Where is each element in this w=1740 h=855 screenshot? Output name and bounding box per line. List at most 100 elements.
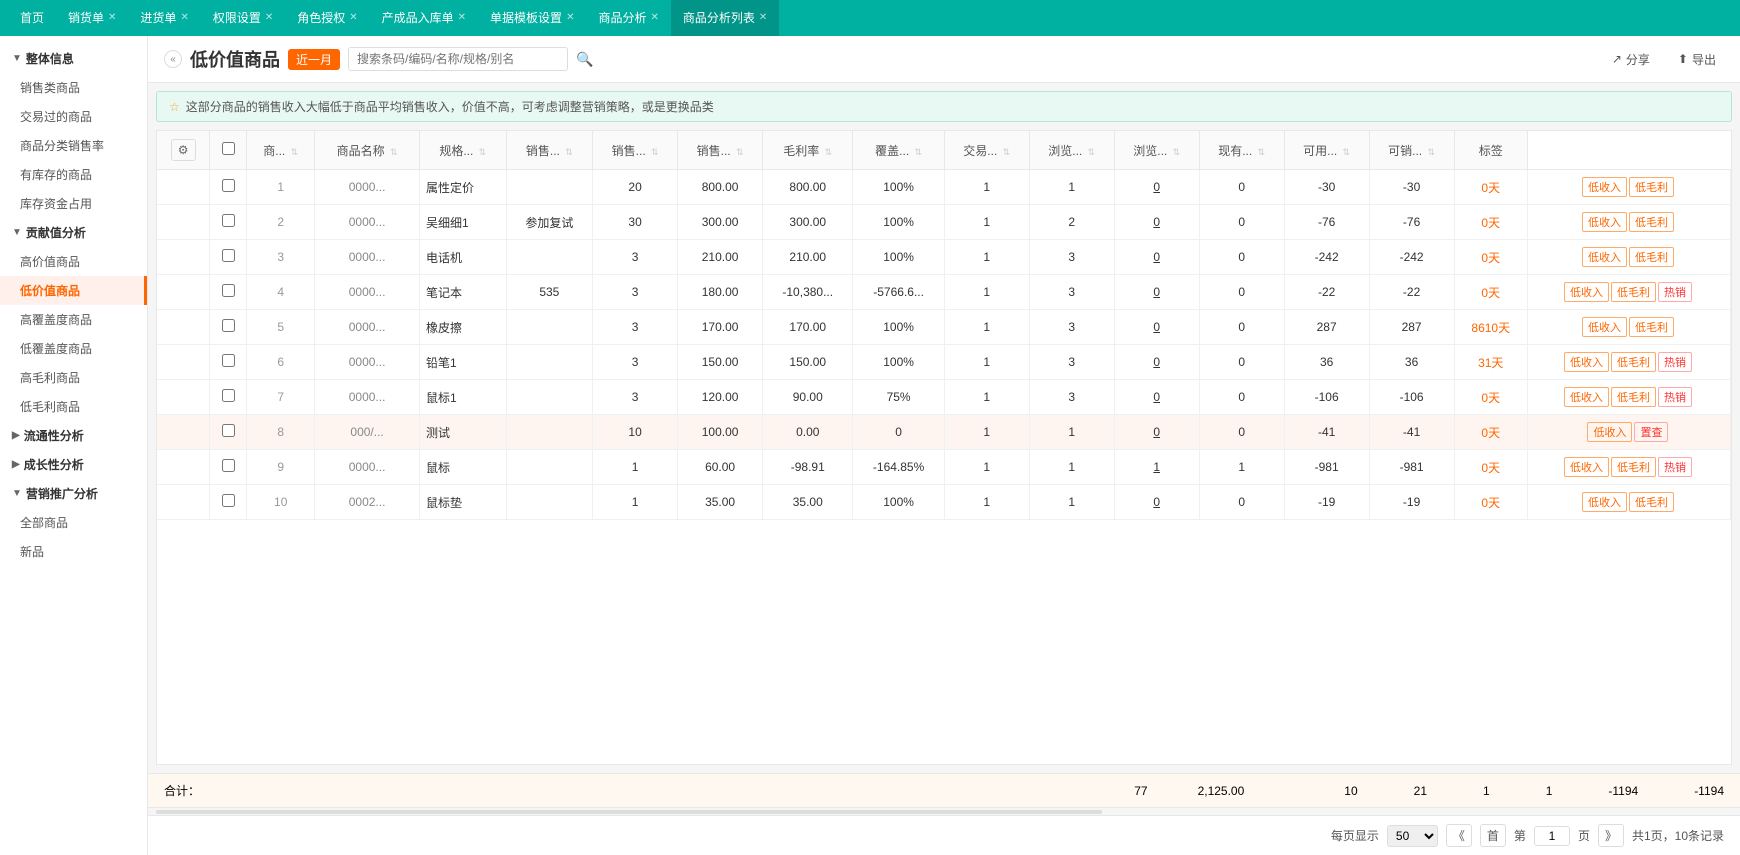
cell-checkbox[interactable]	[210, 345, 247, 380]
cell-rownum: 3	[247, 240, 315, 275]
th-stock3[interactable]: 可销... ⇅	[1369, 131, 1454, 170]
sidebar-item-all-products[interactable]: 全部商品	[0, 508, 147, 537]
search-input[interactable]	[348, 47, 568, 71]
data-table-container[interactable]: ⚙ 商... ⇅ 商品名称 ⇅ 规格... ⇅ 销售... ⇅ 销售... ⇅ …	[156, 130, 1732, 765]
sidebar-item-sales-products[interactable]: 销售类商品	[0, 73, 147, 102]
nav-product-entry[interactable]: 产成品入库单 ✕	[370, 0, 478, 36]
sidebar-group-marketing[interactable]: ▼ 营销推广分析	[0, 479, 147, 508]
th-s2[interactable]: 销售... ⇅	[593, 131, 678, 170]
cell-browse1[interactable]: 0	[1114, 345, 1199, 380]
search-icon[interactable]: 🔍	[576, 51, 593, 68]
nav-role-close[interactable]: ✕	[349, 0, 357, 36]
cell-checkbox[interactable]	[210, 415, 247, 450]
th-s3[interactable]: 销售... ⇅	[678, 131, 763, 170]
row-checkbox[interactable]	[222, 494, 235, 507]
cell-browse1[interactable]: 0	[1114, 275, 1199, 310]
cell-browse1[interactable]: 0	[1114, 170, 1199, 205]
th-stock1[interactable]: 现有... ⇅	[1199, 131, 1284, 170]
th-gear[interactable]: ⚙	[157, 131, 210, 170]
sidebar-item-high-coverage[interactable]: 高覆盖度商品	[0, 305, 147, 334]
th-browse2[interactable]: 浏览... ⇅	[1114, 131, 1199, 170]
nav-home[interactable]: 首页	[8, 0, 56, 36]
nav-product-analysis-list-close[interactable]: ✕	[759, 0, 767, 36]
first-page-btn[interactable]: 《	[1446, 824, 1472, 847]
nav-product-analysis-close[interactable]: ✕	[650, 0, 658, 36]
cell-browse1[interactable]: 0	[1114, 240, 1199, 275]
sidebar-item-traded-products[interactable]: 交易过的商品	[0, 102, 147, 131]
sidebar-item-low-profit[interactable]: 低毛利商品	[0, 392, 147, 421]
row-checkbox[interactable]	[222, 459, 235, 472]
nav-permission[interactable]: 权限设置 ✕	[201, 0, 285, 36]
prev-page-btn[interactable]: 首	[1480, 824, 1506, 847]
cell-checkbox[interactable]	[210, 170, 247, 205]
cell-name: 鼠标	[420, 450, 507, 485]
select-all-checkbox[interactable]	[222, 142, 235, 155]
cell-checkbox[interactable]	[210, 485, 247, 520]
cell-checkbox[interactable]	[210, 275, 247, 310]
cell-browse1[interactable]: 0	[1114, 380, 1199, 415]
nav-sales[interactable]: 销货单 ✕	[56, 0, 128, 36]
row-checkbox[interactable]	[222, 179, 235, 192]
th-code[interactable]: 商... ⇅	[247, 131, 315, 170]
nav-permission-close[interactable]: ✕	[265, 0, 273, 36]
cell-browse1[interactable]: 0	[1114, 485, 1199, 520]
page-number-input[interactable]	[1534, 826, 1570, 846]
share-button[interactable]: ↗ 分享	[1604, 47, 1658, 72]
nav-purchase-close[interactable]: ✕	[180, 0, 188, 36]
sidebar-group-circulation[interactable]: ▶ 流通性分析	[0, 421, 147, 450]
sidebar-group-growth[interactable]: ▶ 成长性分析	[0, 450, 147, 479]
cell-browse1[interactable]: 0	[1114, 415, 1199, 450]
sidebar-group-overall[interactable]: ▼ 整体信息	[0, 44, 147, 73]
th-spec[interactable]: 规格... ⇅	[420, 131, 507, 170]
th-s1[interactable]: 销售... ⇅	[506, 131, 593, 170]
sidebar-item-high-profit[interactable]: 高毛利商品	[0, 363, 147, 392]
cell-browse1[interactable]: 0	[1114, 310, 1199, 345]
row-checkbox[interactable]	[222, 214, 235, 227]
row-checkbox[interactable]	[222, 424, 235, 437]
sidebar-item-high-value[interactable]: 高价值商品	[0, 247, 147, 276]
sidebar-item-stock-capital[interactable]: 库存资金占用	[0, 189, 147, 218]
nav-sales-close[interactable]: ✕	[108, 0, 116, 36]
row-checkbox[interactable]	[222, 249, 235, 262]
cell-browse1[interactable]: 1	[1114, 450, 1199, 485]
gear-button[interactable]: ⚙	[171, 139, 196, 161]
cell-checkbox[interactable]	[210, 310, 247, 345]
nav-product-entry-close[interactable]: ✕	[458, 0, 466, 36]
sidebar-item-stock-products[interactable]: 有库存的商品	[0, 160, 147, 189]
sidebar-collapse-btn[interactable]: «	[164, 50, 182, 68]
th-name[interactable]: 商品名称 ⇅	[315, 131, 420, 170]
next-page-btn[interactable]: 》	[1598, 824, 1624, 847]
row-checkbox[interactable]	[222, 354, 235, 367]
nav-purchase[interactable]: 进货单 ✕	[128, 0, 200, 36]
cell-spec	[506, 240, 593, 275]
nav-product-analysis-list[interactable]: 商品分析列表 ✕	[671, 0, 779, 36]
sidebar-item-category-sales[interactable]: 商品分类销售率	[0, 131, 147, 160]
filter-tag-btn[interactable]: 近一月	[288, 49, 340, 70]
th-cover[interactable]: 覆盖... ⇅	[853, 131, 944, 170]
horizontal-scrollbar[interactable]	[156, 810, 1102, 814]
nav-template[interactable]: 单据模板设置 ✕	[478, 0, 586, 36]
nav-template-close[interactable]: ✕	[566, 0, 574, 36]
th-browse1[interactable]: 浏览... ⇅	[1029, 131, 1114, 170]
sidebar-item-new-products[interactable]: 新品	[0, 537, 147, 566]
cell-checkbox[interactable]	[210, 380, 247, 415]
per-page-select[interactable]: 50 100 200	[1387, 825, 1438, 847]
th-profit[interactable]: 毛利率 ⇅	[763, 131, 853, 170]
cell-checkbox[interactable]	[210, 205, 247, 240]
row-checkbox[interactable]	[222, 284, 235, 297]
cell-checkbox[interactable]	[210, 450, 247, 485]
export-button[interactable]: ⬆ 导出	[1670, 47, 1724, 72]
cell-name: 铅笔1	[420, 345, 507, 380]
cell-checkbox[interactable]	[210, 240, 247, 275]
th-stock2[interactable]: 可用... ⇅	[1284, 131, 1369, 170]
sidebar-item-low-coverage[interactable]: 低覆盖度商品	[0, 334, 147, 363]
row-checkbox[interactable]	[222, 389, 235, 402]
nav-product-analysis[interactable]: 商品分析 ✕	[586, 0, 670, 36]
cell-browse1[interactable]: 0	[1114, 205, 1199, 240]
nav-role[interactable]: 角色授权 ✕	[285, 0, 369, 36]
sidebar-item-low-value[interactable]: 低价值商品	[0, 276, 147, 305]
row-checkbox[interactable]	[222, 319, 235, 332]
sidebar-group-contribution[interactable]: ▼ 贡献值分析	[0, 218, 147, 247]
th-trade[interactable]: 交易... ⇅	[944, 131, 1029, 170]
cell-trade: 3	[1029, 310, 1114, 345]
